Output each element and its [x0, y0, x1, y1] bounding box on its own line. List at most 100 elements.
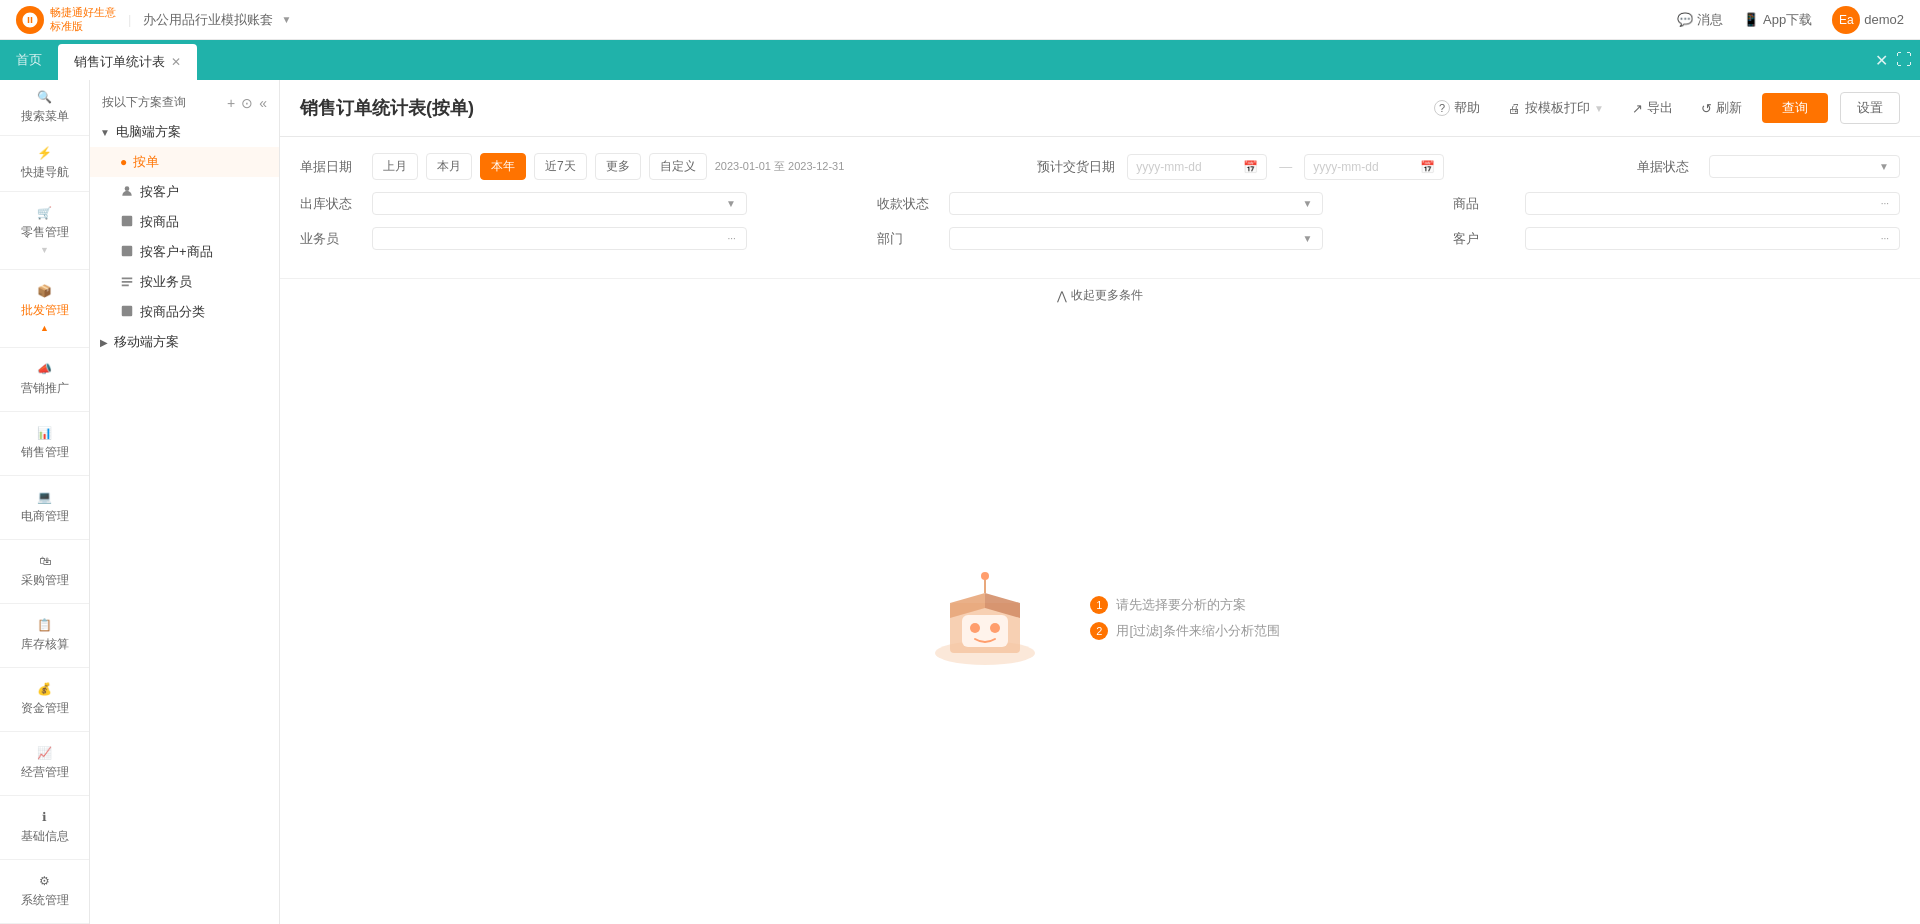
retail-expand-icon: ▼: [40, 245, 49, 255]
app-download-action[interactable]: 📱 App下载: [1743, 11, 1812, 29]
export-btn[interactable]: ↗ 导出: [1624, 95, 1681, 121]
scheme-by-category[interactable]: 按商品分类: [90, 297, 279, 327]
tab-bar-right: ✕ ⛶: [1875, 51, 1920, 70]
top-bar-right: 💬 消息 📱 App下载 Ea demo2: [1677, 6, 1904, 34]
scheme-by-goods[interactable]: 按商品: [90, 207, 279, 237]
step-2-number: 2: [1090, 622, 1108, 640]
collection-status-label: 收款状态: [877, 195, 937, 213]
expected-date-end[interactable]: yyyy-mm-dd 📅: [1304, 154, 1444, 180]
svg-rect-4: [122, 281, 133, 283]
collapse-bar[interactable]: ⋀ 收起更多条件: [280, 278, 1920, 312]
delivery-status-label: 出库状态: [300, 195, 360, 213]
status-select[interactable]: ▼: [1709, 155, 1900, 178]
sidebar-item-system[interactable]: ⚙ 系统管理: [0, 860, 89, 924]
sidebar-item-basic-info[interactable]: ℹ 基础信息: [0, 796, 89, 860]
scheme-by-customer[interactable]: 按客户: [90, 177, 279, 207]
svg-point-0: [125, 186, 130, 191]
sidebar-item-sales[interactable]: 📊 销售管理: [0, 412, 89, 476]
filter-wrapper: 单据日期 上月 本月 本年 近7天 更多 自定义 2023-01-01 至 20…: [280, 137, 1920, 312]
collapse-icon: ⋀: [1057, 289, 1067, 303]
help-icon: ?: [1434, 100, 1450, 116]
basic-info-icon: ℹ: [42, 810, 47, 824]
add-scheme-icon[interactable]: +: [227, 95, 235, 111]
date-btn-last-7-days[interactable]: 近7天: [534, 153, 587, 180]
svg-point-10: [970, 623, 980, 633]
sidebar-item-ecommerce[interactable]: 💻 电商管理: [0, 476, 89, 540]
app-title: 办公用品行业模拟账套: [143, 11, 273, 29]
page-actions: ? 帮助 🖨 按模板打印 ▼ ↗ 导出 ↺: [1426, 92, 1900, 124]
message-action[interactable]: 💬 消息: [1677, 11, 1723, 29]
sidebar-item-search[interactable]: 🔍 搜索菜单: [0, 80, 89, 136]
date-range-separator: —: [1279, 159, 1292, 174]
goods-scheme-icon: [120, 214, 134, 231]
empty-steps: 1 请先选择要分析的方案 2 用[过滤]条件来缩小分析范围: [1090, 596, 1279, 640]
sidebar-item-purchase[interactable]: 🛍 采购管理: [0, 540, 89, 604]
filter-row-1: 单据日期 上月 本月 本年 近7天 更多 自定义 2023-01-01 至 20…: [300, 153, 1900, 180]
empty-content: 1 请先选择要分析的方案 2 用[过滤]条件来缩小分析范围: [920, 563, 1279, 673]
empty-state: 1 请先选择要分析的方案 2 用[过滤]条件来缩小分析范围: [280, 312, 1920, 924]
step-1-number: 1: [1090, 596, 1108, 614]
page-title: 销售订单统计表(按单): [300, 96, 474, 120]
expected-date-label: 预计交货日期: [1037, 158, 1115, 176]
help-btn[interactable]: ? 帮助: [1426, 95, 1488, 121]
sales-icon: 📊: [37, 426, 52, 440]
message-icon: 💬: [1677, 12, 1693, 27]
scheme-by-order[interactable]: ● 按单: [90, 147, 279, 177]
date-btn-custom[interactable]: 自定义: [649, 153, 707, 180]
date-btn-this-month[interactable]: 本月: [426, 153, 472, 180]
status-caret-icon: ▼: [1879, 161, 1889, 172]
goods-select[interactable]: ···: [1525, 192, 1900, 215]
pc-scheme-group[interactable]: ▼ 电脑端方案: [90, 117, 279, 147]
date-range-text: 2023-01-01 至 2023-12-31: [715, 159, 845, 174]
edit-scheme-icon[interactable]: ⊙: [241, 95, 253, 111]
user-profile[interactable]: Ea demo2: [1832, 6, 1904, 34]
collapse-panel-icon[interactable]: «: [259, 95, 267, 111]
scheme-by-customer-goods[interactable]: 按客户+商品: [90, 237, 279, 267]
department-label: 部门: [877, 230, 937, 248]
date-btn-last-month[interactable]: 上月: [372, 153, 418, 180]
date-btn-this-year[interactable]: 本年: [480, 153, 526, 180]
ecommerce-icon: 💻: [37, 490, 52, 504]
sidebar-item-quicknav[interactable]: ⚡ 快捷导航: [0, 136, 89, 192]
order-scheme-icon: ●: [120, 155, 127, 169]
svg-point-13: [981, 572, 989, 580]
sidebar-item-marketing[interactable]: 📣 营销推广: [0, 348, 89, 412]
svg-rect-3: [122, 277, 133, 279]
tab-home[interactable]: 首页: [0, 40, 58, 80]
top-bar-left: 畅捷通好生意 标准版 | 办公用品行业模拟账套 ▼: [16, 6, 291, 34]
empty-step-1: 1 请先选择要分析的方案: [1090, 596, 1279, 614]
tab-sales-stats[interactable]: 销售订单统计表 ✕: [58, 44, 197, 80]
expected-date-start[interactable]: yyyy-mm-dd 📅: [1127, 154, 1267, 180]
mobile-scheme-group[interactable]: ▶ 移动端方案: [90, 327, 279, 357]
delivery-status-select[interactable]: ▼: [372, 192, 747, 215]
print-template-btn[interactable]: 🖨 按模板打印 ▼: [1500, 95, 1612, 121]
customer-select[interactable]: ···: [1525, 227, 1900, 250]
salesperson-select[interactable]: ···: [372, 227, 747, 250]
collection-status-select[interactable]: ▼: [949, 192, 1324, 215]
customer-goods-scheme-icon: [120, 244, 134, 261]
purchase-icon: 🛍: [39, 554, 51, 568]
wholesale-icon: 📦: [37, 284, 52, 298]
empty-step-2: 2 用[过滤]条件来缩小分析范围: [1090, 622, 1279, 640]
sidebar-item-wholesale[interactable]: 📦 批发管理 ▲: [0, 270, 89, 348]
date-btn-more[interactable]: 更多: [595, 153, 641, 180]
customer-scheme-icon: [120, 184, 134, 201]
tab-close-icon[interactable]: ✕: [171, 55, 181, 69]
category-scheme-icon: [120, 304, 134, 321]
sidebar-item-finance[interactable]: 💰 资金管理: [0, 668, 89, 732]
salesperson-more-icon: ···: [727, 233, 735, 244]
settings-button[interactable]: 设置: [1840, 92, 1900, 124]
sidebar-item-retail[interactable]: 🛒 零售管理 ▼: [0, 192, 89, 270]
fullscreen-icon[interactable]: ⛶: [1896, 51, 1912, 69]
department-select[interactable]: ▼: [949, 227, 1324, 250]
refresh-btn[interactable]: ↺ 刷新: [1693, 95, 1750, 121]
wholesale-expand-icon: ▲: [40, 323, 49, 333]
svg-rect-5: [122, 284, 129, 286]
title-dropdown[interactable]: ▼: [281, 14, 291, 25]
close-window-icon[interactable]: ✕: [1875, 51, 1888, 70]
search-button[interactable]: 查询: [1762, 93, 1828, 123]
calendar-start-icon: 📅: [1243, 160, 1258, 174]
sidebar-item-management[interactable]: 📈 经营管理: [0, 732, 89, 796]
scheme-by-salesperson[interactable]: 按业务员: [90, 267, 279, 297]
sidebar-item-inventory[interactable]: 📋 库存核算: [0, 604, 89, 668]
